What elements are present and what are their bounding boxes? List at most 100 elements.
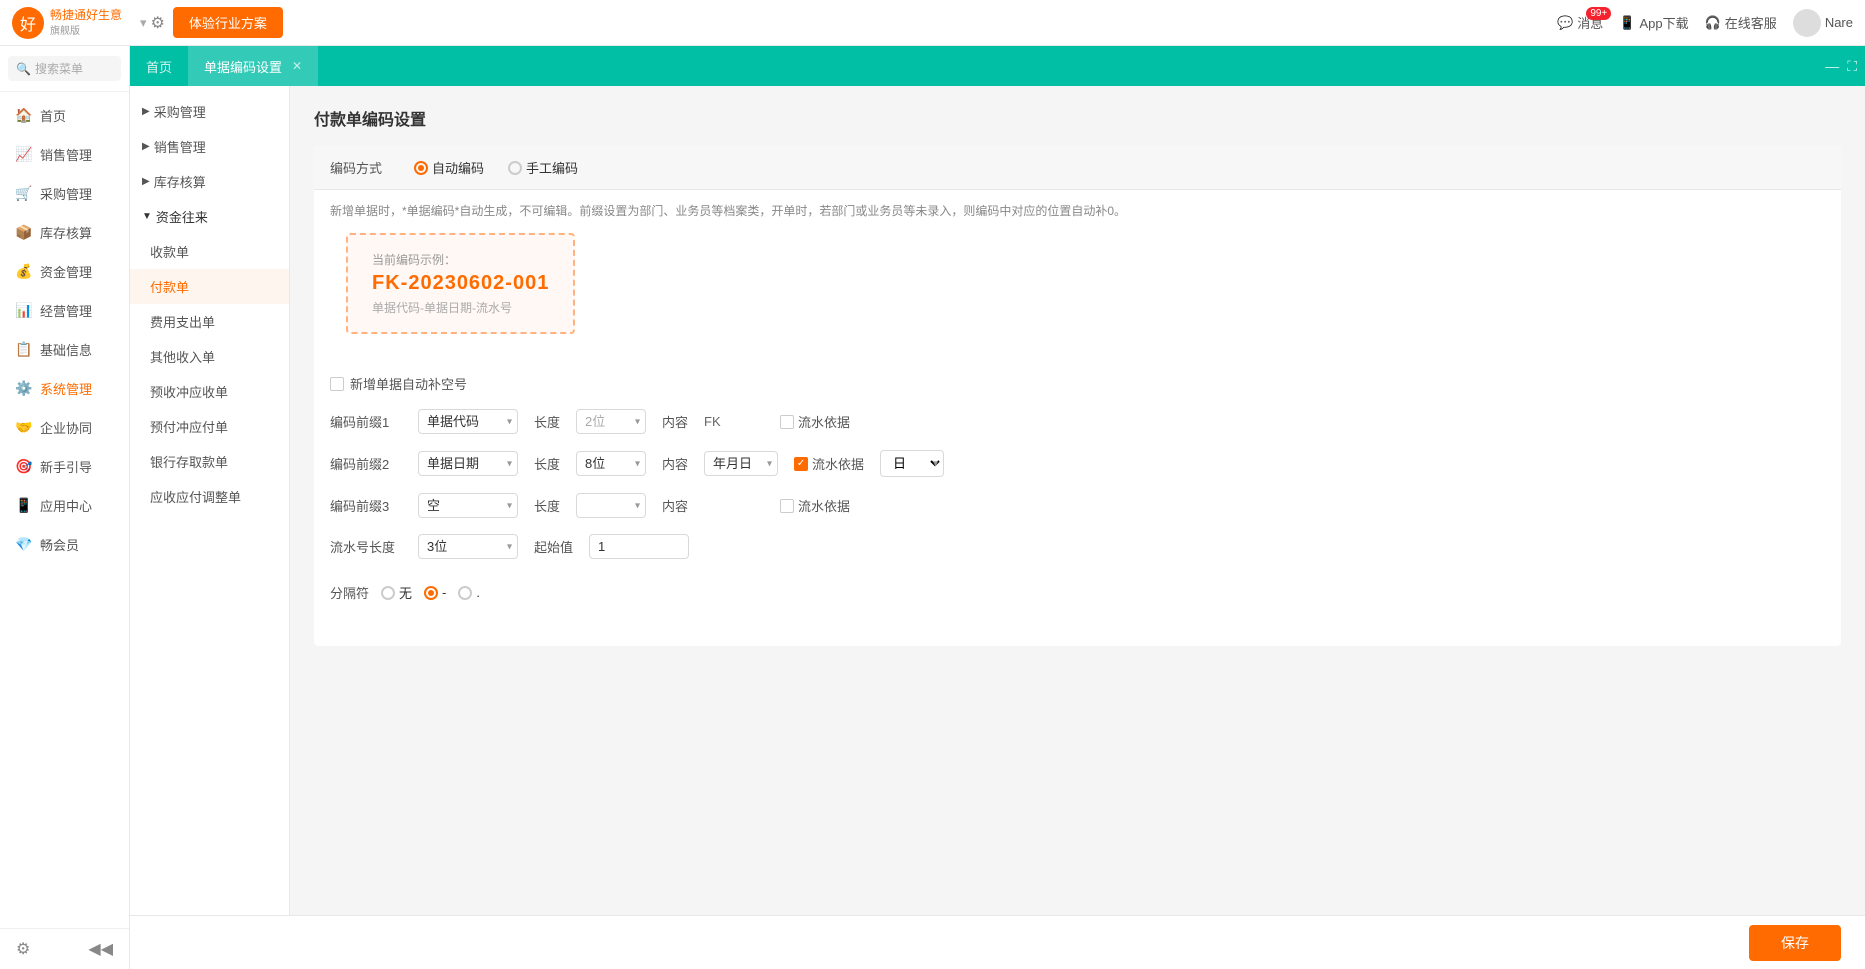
sidebar-item-home-label: 首页 — [40, 106, 66, 125]
length3-select-wrap: 2位 4位 — [576, 493, 646, 518]
prefix2-select[interactable]: 单据日期 单据代码 部门 — [418, 451, 518, 476]
sub-item-receipt[interactable]: 收款单 — [130, 234, 289, 269]
search-icon: 🔍 — [16, 62, 31, 76]
sub-item-bank-deposit[interactable]: 银行存取款单 — [130, 444, 289, 479]
sidebar-item-enterprise[interactable]: 🤝 企业协同 — [0, 408, 129, 447]
tab-maximize-button[interactable]: ⛶ — [1847, 58, 1857, 75]
sidebar-item-sales[interactable]: 📈 销售管理 — [0, 135, 129, 174]
logo-text: 畅捷通好生意 — [50, 8, 122, 22]
sidebar-item-purchase-label: 采购管理 — [40, 184, 92, 203]
sidebar-item-inventory[interactable]: 📦 库存核算 — [0, 213, 129, 252]
nav-dropdown-arrow[interactable]: ▾ — [140, 15, 147, 31]
serial1-checkbox[interactable]: 流水依据 — [780, 412, 850, 431]
sub-group-inventory-title[interactable]: ▶ 库存核算 — [130, 164, 289, 199]
prefix1-select[interactable]: 单据代码 部门 业务员 — [418, 409, 518, 434]
sub-item-prepay-ar[interactable]: 预收冲应收单 — [130, 374, 289, 409]
example-code: FK-20230602-001 — [372, 272, 549, 295]
prefix3-select[interactable]: 空 单据代码 部门 — [418, 493, 518, 518]
separator-dash-radio[interactable]: - — [424, 585, 446, 600]
tab-encode-label: 单据编码设置 — [204, 57, 282, 76]
serial1-label: 流水依据 — [798, 412, 850, 431]
auto-encode-label: 自动编码 — [432, 158, 484, 177]
content2-select-wrap: 年月日 年月 年 — [704, 451, 778, 476]
sub-group-inventory-label: 库存核算 — [154, 172, 206, 191]
tab-encode-settings[interactable]: 单据编码设置 ✕ — [188, 46, 318, 86]
layout: 🔍 搜索菜单 🏠 首页 📈 销售管理 🛒 采购管理 📦 库存核算 💰 — [0, 0, 1865, 969]
sidebar-item-apps[interactable]: 📱 应用中心 — [0, 486, 129, 525]
sidebar-item-finance[interactable]: 💰 资金管理 — [0, 252, 129, 291]
sub-group-purchase: ▶ 采购管理 — [130, 94, 289, 129]
search-input-area[interactable]: 🔍 搜索菜单 — [8, 56, 121, 81]
sub-group-capital-label: 资金往来 — [156, 207, 208, 226]
auto-encode-radio[interactable]: 自动编码 — [414, 158, 484, 177]
length3-select[interactable]: 2位 4位 — [576, 493, 646, 518]
online-support-button[interactable]: 🎧 在线客服 — [1705, 13, 1777, 32]
length1-select[interactable]: 2位 4位 6位 8位 — [576, 409, 646, 434]
auto-fill-checkbox[interactable] — [330, 377, 344, 391]
sub-group-capital-title[interactable]: ▼ 资金往来 — [130, 199, 289, 234]
sub-item-expense[interactable]: 费用支出单 — [130, 304, 289, 339]
settings-card: 编码方式 自动编码 手工编码 新增单据时，*单据编码*自动生成，不可编辑。前缀设… — [314, 146, 1841, 646]
serial3-checkbox[interactable]: 流水依据 — [780, 496, 850, 515]
content-panel: 付款单编码设置 编码方式 自动编码 手工编码 — [290, 86, 1865, 969]
app-download-button[interactable]: 📱 App下载 — [1619, 13, 1688, 32]
sidebar-item-purchase[interactable]: 🛒 采购管理 — [0, 174, 129, 213]
example-section: 当前编码示例： FK-20230602-001 单据代码-单据日期-流水号 — [314, 233, 1841, 366]
length2-label: 长度 — [534, 454, 560, 473]
sidebar-item-member[interactable]: 💎 畅会员 — [0, 525, 129, 564]
start-val-input[interactable] — [589, 534, 689, 559]
serial2-checkbox[interactable]: 流水依据 — [794, 454, 864, 473]
serial-len-select[interactable]: 3位 4位 5位 6位 — [418, 534, 518, 559]
serial-len-row: 流水号长度 3位 4位 5位 6位 起始值 — [330, 534, 1825, 559]
sidebar-item-basic[interactable]: 📋 基础信息 — [0, 330, 129, 369]
serial2-label: 流水依据 — [812, 454, 864, 473]
length2-select[interactable]: 8位 2位 4位 6位 — [576, 451, 646, 476]
content2-label: 内容 — [662, 454, 688, 473]
sidebar-item-operation[interactable]: 📊 经营管理 — [0, 291, 129, 330]
collapse-icon[interactable]: ◀◀ — [88, 939, 113, 959]
sidebar-search[interactable]: 🔍 搜索菜单 — [0, 46, 129, 92]
tab-bar-actions: — ⛶ — [1825, 58, 1865, 75]
settings-gear-icon[interactable]: ⚙ — [16, 939, 30, 959]
settings-icon[interactable]: ⚙ — [151, 13, 165, 33]
example-label: 当前编码示例： — [372, 251, 549, 268]
sub-item-prepay-ap[interactable]: 预付冲应付单 — [130, 409, 289, 444]
sidebar-item-guide[interactable]: 🎯 新手引导 — [0, 447, 129, 486]
prefix2-label: 编码前缀2 — [330, 454, 402, 473]
sub-item-other-income[interactable]: 其他收入单 — [130, 339, 289, 374]
system-icon: ⚙️ — [16, 381, 32, 397]
message-button[interactable]: 💬 消息 99+ — [1557, 13, 1603, 32]
serial3-label: 流水依据 — [798, 496, 850, 515]
sidebar-item-system[interactable]: ⚙️ 系统管理 — [0, 369, 129, 408]
sidebar-item-home[interactable]: 🏠 首页 — [0, 96, 129, 135]
sub-item-ar-ap-adjust[interactable]: 应收应付调整单 — [130, 479, 289, 514]
encode-mode-label: 编码方式 — [330, 158, 382, 177]
tab-home[interactable]: 首页 — [130, 46, 188, 86]
sub-group-purchase-title[interactable]: ▶ 采购管理 — [130, 94, 289, 129]
tab-close-icon[interactable]: ✕ — [292, 59, 302, 73]
auto-encode-radio-circle — [414, 161, 428, 175]
sidebar-item-sales-label: 销售管理 — [40, 145, 92, 164]
day-select[interactable]: 日 月 年 — [880, 450, 944, 477]
sub-group-sales-title[interactable]: ▶ 销售管理 — [130, 129, 289, 164]
chevron-right-icon-3: ▶ — [142, 176, 150, 187]
prefix1-select-wrap: 单据代码 部门 业务员 — [418, 409, 518, 434]
sub-group-capital: ▼ 资金往来 收款单 付款单 费用支出单 其他收入单 预收冲应收单 预付冲应付单… — [130, 199, 289, 514]
prefix3-select-wrap: 空 单据代码 部门 — [418, 493, 518, 518]
guide-icon: 🎯 — [16, 459, 32, 475]
chevron-right-icon-2: ▶ — [142, 141, 150, 152]
experience-button[interactable]: 体验行业方案 — [173, 7, 283, 38]
separator-dot-radio[interactable]: . — [458, 585, 480, 600]
sub-item-payment[interactable]: 付款单 — [130, 269, 289, 304]
sidebar-item-member-label: 畅会员 — [40, 535, 79, 554]
content2-select[interactable]: 年月日 年月 年 — [704, 451, 778, 476]
user-menu[interactable]: Nare — [1793, 9, 1853, 37]
basic-icon: 📋 — [16, 342, 32, 358]
search-label: 搜索菜单 — [35, 60, 83, 77]
separator-row: 分隔符 无 - . — [330, 575, 1825, 610]
separator-none-radio[interactable]: 无 — [381, 583, 412, 602]
save-button[interactable]: 保存 — [1749, 925, 1841, 961]
manual-encode-radio[interactable]: 手工编码 — [508, 158, 578, 177]
tab-minimize-button[interactable]: — — [1825, 58, 1839, 74]
content-area: ▶ 采购管理 ▶ 销售管理 ▶ 库存核算 — [130, 86, 1865, 969]
